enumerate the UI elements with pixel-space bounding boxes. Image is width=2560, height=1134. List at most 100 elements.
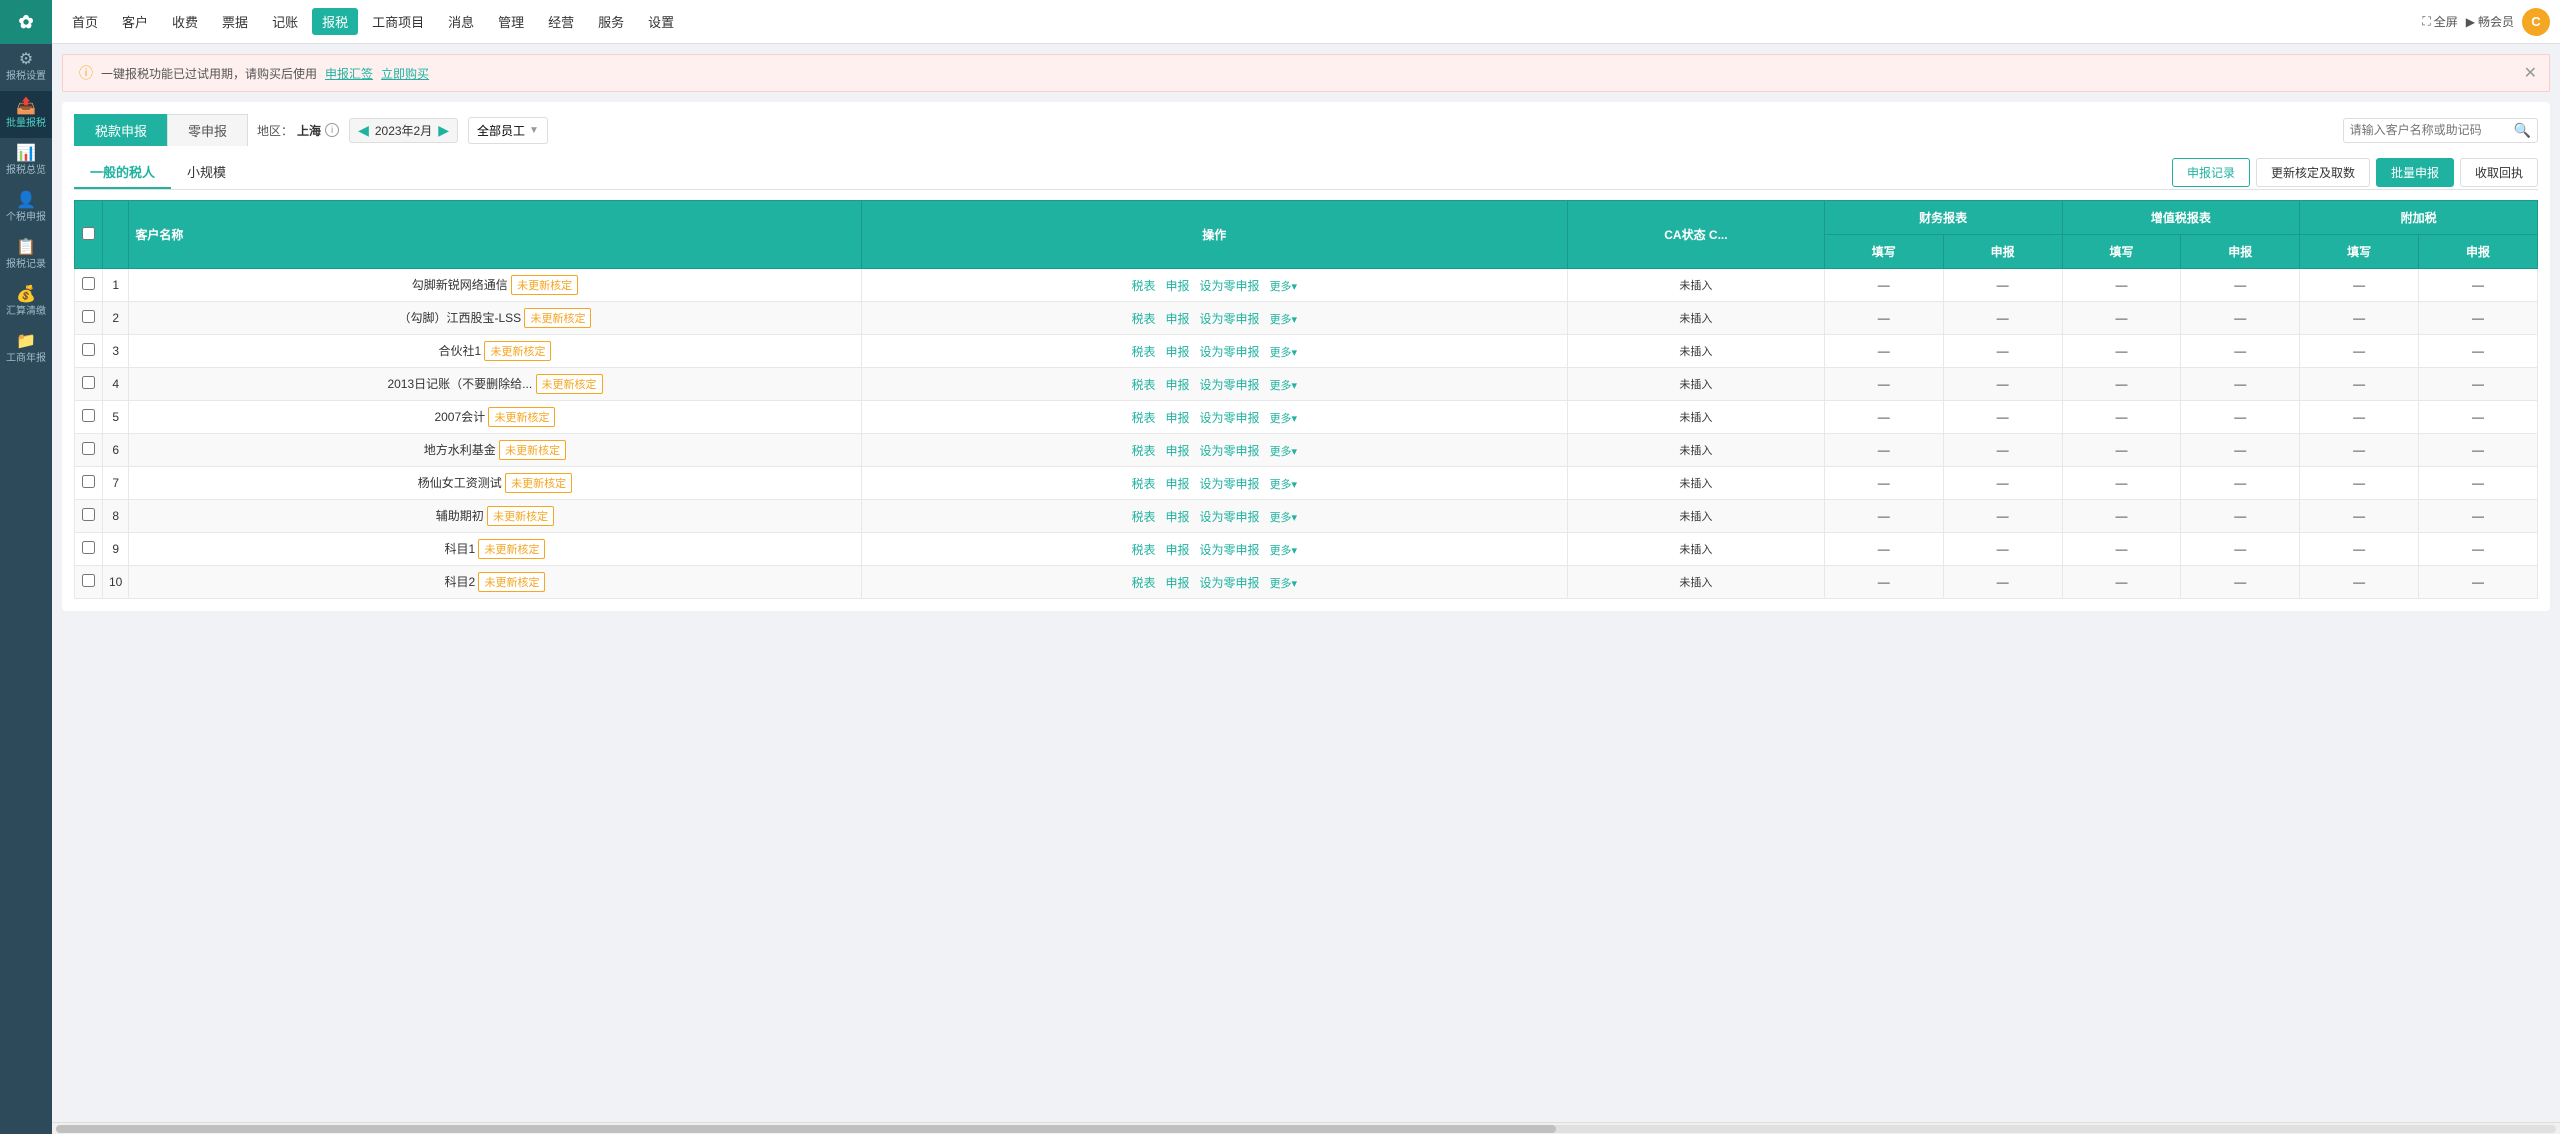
- row-checkbox-6[interactable]: [82, 475, 95, 488]
- nav-billing[interactable]: 收费: [162, 8, 208, 35]
- op-apply-6[interactable]: 申报: [1166, 477, 1190, 491]
- row-checkbox-9[interactable]: [82, 574, 95, 587]
- search-input[interactable]: [2350, 123, 2510, 137]
- op-tax-3[interactable]: 税表: [1131, 378, 1155, 392]
- op-more-2[interactable]: 更多▾: [1270, 347, 1298, 359]
- row-checkbox-8[interactable]: [82, 541, 95, 554]
- sub-tab-general[interactable]: 一般的税人: [74, 156, 171, 189]
- op-apply-1[interactable]: 申报: [1166, 312, 1190, 326]
- notice-link-apply[interactable]: 申报汇签: [325, 65, 373, 82]
- op-tax-7[interactable]: 税表: [1131, 510, 1155, 524]
- op-more-6[interactable]: 更多▾: [1270, 479, 1298, 491]
- op-zero-0[interactable]: 设为零申报: [1200, 279, 1260, 293]
- op-apply-3[interactable]: 申报: [1166, 378, 1190, 392]
- row-ff-6: —: [1824, 467, 1943, 500]
- bottom-scrollbar[interactable]: [52, 1122, 2560, 1134]
- op-apply-8[interactable]: 申报: [1166, 543, 1190, 557]
- row-checkbox-7[interactable]: [82, 508, 95, 521]
- update-quotas-button[interactable]: 更新核定及取数: [2256, 158, 2370, 187]
- status-badge-4: 未更新核定: [488, 407, 555, 427]
- op-zero-5[interactable]: 设为零申报: [1200, 444, 1260, 458]
- op-more-1[interactable]: 更多▾: [1270, 314, 1298, 326]
- op-apply-0[interactable]: 申报: [1166, 279, 1190, 293]
- row-checkbox-4[interactable]: [82, 409, 95, 422]
- sidebar-item-settlement[interactable]: 💰 汇算清缴: [0, 279, 52, 326]
- op-zero-2[interactable]: 设为零申报: [1200, 345, 1260, 359]
- select-all-checkbox[interactable]: [82, 227, 95, 240]
- op-apply-5[interactable]: 申报: [1166, 444, 1190, 458]
- op-more-8[interactable]: 更多▾: [1270, 545, 1298, 557]
- op-zero-9[interactable]: 设为零申报: [1200, 576, 1260, 590]
- row-checkbox-5[interactable]: [82, 442, 95, 455]
- row-tf-1: —: [2062, 302, 2181, 335]
- batch-apply-button[interactable]: 批量申报: [2376, 158, 2454, 187]
- op-tax-9[interactable]: 税表: [1131, 576, 1155, 590]
- sidebar-item-business-annual[interactable]: 📁 工商年报: [0, 326, 52, 373]
- search-icon[interactable]: 🔍: [2514, 122, 2531, 139]
- op-apply-7[interactable]: 申报: [1166, 510, 1190, 524]
- nav-business[interactable]: 工商项目: [362, 8, 434, 35]
- nav-invoice[interactable]: 票据: [212, 8, 258, 35]
- fullscreen-button[interactable]: ⛶ 全屏: [2422, 13, 2457, 30]
- op-tax-8[interactable]: 税表: [1131, 543, 1155, 557]
- region-info-icon[interactable]: i: [325, 123, 339, 137]
- row-checkbox-0[interactable]: [82, 277, 95, 290]
- op-more-0[interactable]: 更多▾: [1270, 281, 1298, 293]
- row-checkbox-2[interactable]: [82, 343, 95, 356]
- sidebar-item-personal-tax[interactable]: 👤 个税申报: [0, 185, 52, 232]
- op-more-7[interactable]: 更多▾: [1270, 512, 1298, 524]
- tab-tax-declare[interactable]: 税款申报: [74, 114, 168, 146]
- op-zero-3[interactable]: 设为零申报: [1200, 378, 1260, 392]
- nav-management[interactable]: 管理: [488, 8, 534, 35]
- nav-home[interactable]: 首页: [62, 8, 108, 35]
- dept-selector[interactable]: 全部员工 ▼: [468, 117, 548, 144]
- row-ops-7: 税表 申报 设为零申报 更多▾: [861, 500, 1567, 533]
- sidebar-item-batch-tax[interactable]: 📤 批量报税: [0, 91, 52, 138]
- op-more-3[interactable]: 更多▾: [1270, 380, 1298, 392]
- nav-customer[interactable]: 客户: [112, 8, 158, 35]
- op-tax-5[interactable]: 税表: [1131, 444, 1155, 458]
- avatar-button[interactable]: C: [2522, 8, 2550, 36]
- nav-operation[interactable]: 经营: [538, 8, 584, 35]
- op-tax-6[interactable]: 税表: [1131, 477, 1155, 491]
- op-apply-9[interactable]: 申报: [1166, 576, 1190, 590]
- op-tax-0[interactable]: 税表: [1131, 279, 1155, 293]
- row-ca-0: 未插入: [1567, 269, 1824, 302]
- sidebar-item-tax-records[interactable]: 📋 报税记录: [0, 232, 52, 279]
- nav-tax[interactable]: 报税: [312, 8, 358, 35]
- op-tax-2[interactable]: 税表: [1131, 345, 1155, 359]
- op-zero-1[interactable]: 设为零申报: [1200, 312, 1260, 326]
- op-more-9[interactable]: 更多▾: [1270, 578, 1298, 590]
- period-prev-button[interactable]: ◀: [358, 122, 369, 139]
- period-next-button[interactable]: ▶: [438, 122, 449, 139]
- nav-service[interactable]: 服务: [588, 8, 634, 35]
- row-checkbox-3[interactable]: [82, 376, 95, 389]
- row-ca-2: 未插入: [1567, 335, 1824, 368]
- op-tax-1[interactable]: 税表: [1131, 312, 1155, 326]
- op-tax-4[interactable]: 税表: [1131, 411, 1155, 425]
- op-zero-6[interactable]: 设为零申报: [1200, 477, 1260, 491]
- retrieve-button[interactable]: 收取回执: [2460, 158, 2538, 187]
- nav-bookkeeping[interactable]: 记账: [262, 8, 308, 35]
- row-fa-2: —: [1943, 335, 2062, 368]
- app-logo[interactable]: ✿: [0, 0, 52, 44]
- notice-close-button[interactable]: ✕: [2524, 63, 2537, 83]
- member-button[interactable]: ▶ 畅会员: [2466, 13, 2514, 30]
- notice-link-buy[interactable]: 立即购买: [381, 65, 429, 82]
- op-zero-8[interactable]: 设为零申报: [1200, 543, 1260, 557]
- op-more-5[interactable]: 更多▾: [1270, 446, 1298, 458]
- op-zero-7[interactable]: 设为零申报: [1200, 510, 1260, 524]
- sub-tab-small[interactable]: 小规模: [171, 156, 242, 189]
- op-apply-4[interactable]: 申报: [1166, 411, 1190, 425]
- op-zero-4[interactable]: 设为零申报: [1200, 411, 1260, 425]
- apply-records-button[interactable]: 申报记录: [2172, 158, 2250, 187]
- nav-settings[interactable]: 设置: [638, 8, 684, 35]
- op-apply-2[interactable]: 申报: [1166, 345, 1190, 359]
- th-finance-report-group: 财务报表: [1824, 201, 2062, 235]
- sidebar-item-tax-overview[interactable]: 📊 报税总览: [0, 138, 52, 185]
- nav-message[interactable]: 消息: [438, 8, 484, 35]
- op-more-4[interactable]: 更多▾: [1270, 413, 1298, 425]
- row-checkbox-1[interactable]: [82, 310, 95, 323]
- sidebar-item-tax-settings[interactable]: ⚙ 报税设置: [0, 44, 52, 91]
- tab-zero-declare[interactable]: 零申报: [167, 114, 248, 146]
